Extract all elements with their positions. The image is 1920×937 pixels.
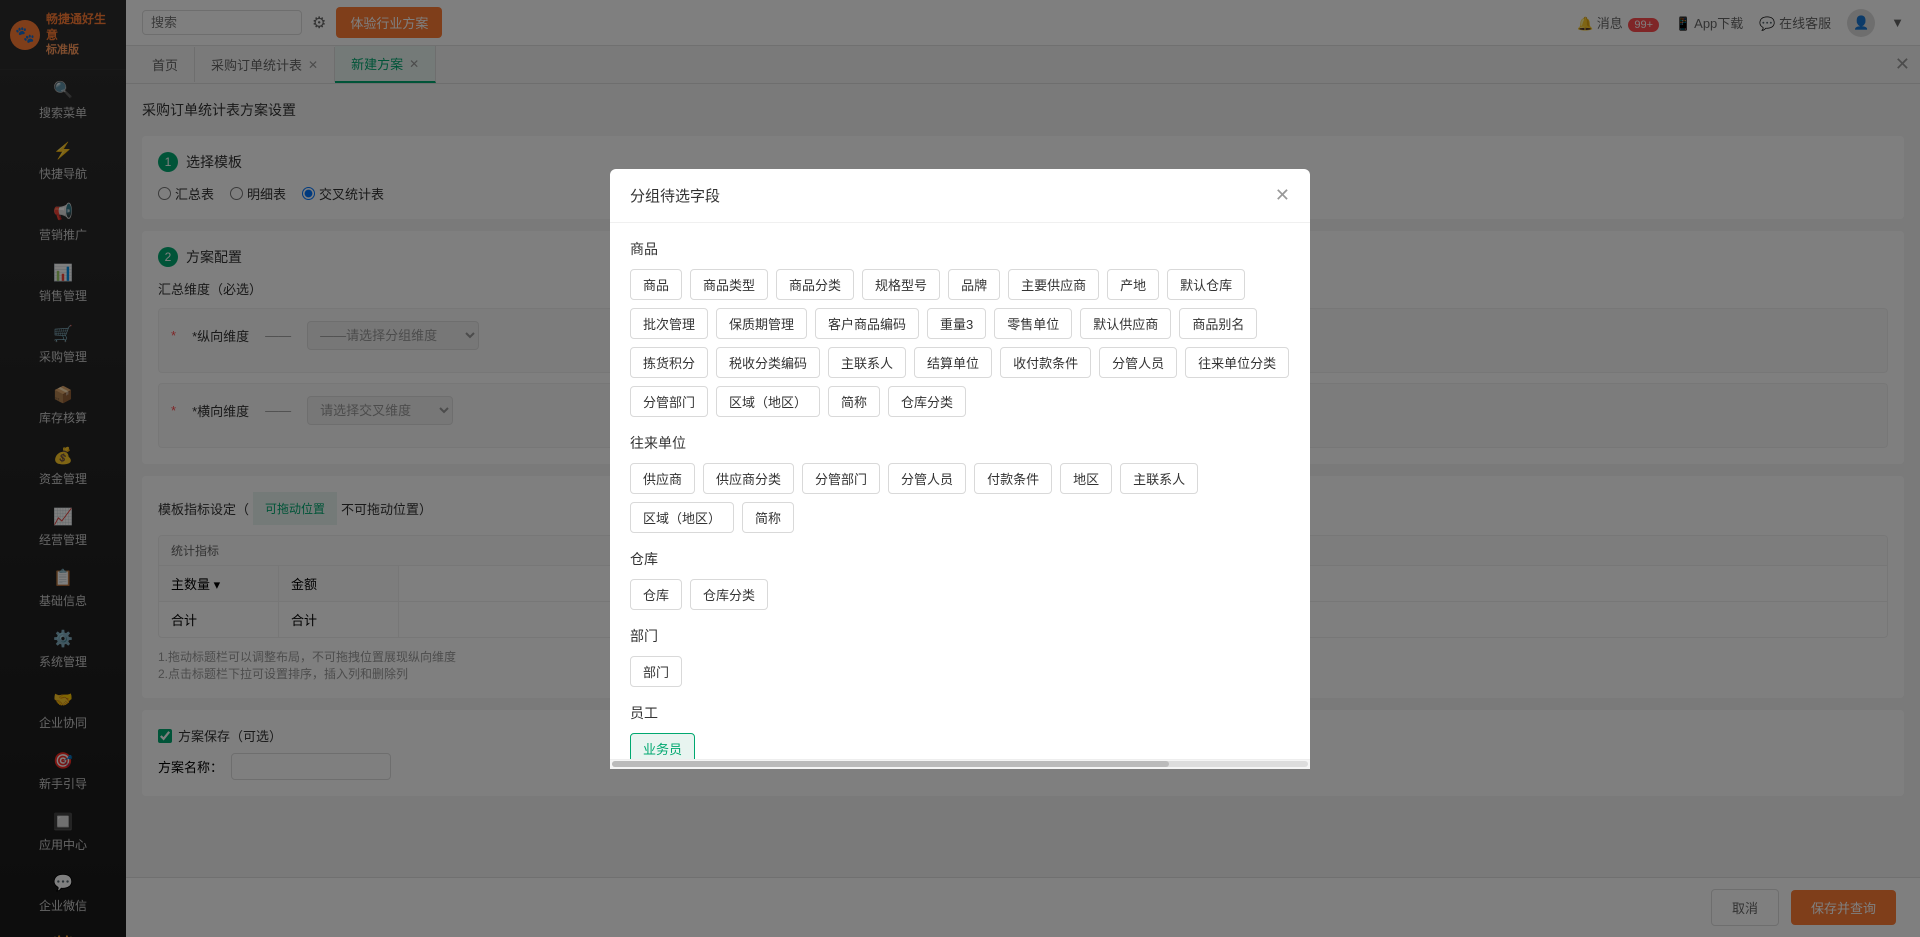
field-retail-unit[interactable]: 零售单位	[994, 308, 1072, 339]
section-goods-title: 商品	[630, 239, 1290, 259]
field-dept-field[interactable]: 部门	[630, 656, 682, 687]
field-pick-points[interactable]: 拣货积分	[630, 347, 708, 378]
field-area[interactable]: 地区	[1060, 463, 1112, 494]
section-partner: 往来单位 供应商 供应商分类 分管部门 分管人员 付款条件 地区 主联系人 区域…	[630, 433, 1290, 533]
hscroll-track	[612, 761, 1308, 767]
modal-horizontal-scrollbar[interactable]	[610, 759, 1310, 769]
field-origin[interactable]: 产地	[1107, 269, 1159, 300]
modal-overlay: 分组待选字段 ✕ 商品 商品 商品类型 商品分类 规格型号 品牌 主要供应商 产…	[0, 0, 1920, 937]
section-employee: 员工 业务员	[630, 703, 1290, 759]
field-tax-code[interactable]: 税收分类编码	[716, 347, 820, 378]
field-goods[interactable]: 商品	[630, 269, 682, 300]
field-payment-cond[interactable]: 付款条件	[974, 463, 1052, 494]
section-warehouse: 仓库 仓库 仓库分类	[630, 549, 1290, 610]
field-main-supplier[interactable]: 主要供应商	[1008, 269, 1099, 300]
section-dept-title: 部门	[630, 626, 1290, 646]
section-goods: 商品 商品 商品类型 商品分类 规格型号 品牌 主要供应商 产地 默认仓库 批次…	[630, 239, 1290, 417]
field-payment-terms[interactable]: 收付款条件	[1000, 347, 1091, 378]
section-employee-fields: 业务员	[630, 733, 1290, 759]
field-region-goods[interactable]: 区域（地区）	[716, 386, 820, 417]
section-goods-fields: 商品 商品类型 商品分类 规格型号 品牌 主要供应商 产地 默认仓库 批次管理 …	[630, 269, 1290, 417]
section-dept: 部门 部门	[630, 626, 1290, 687]
field-brand[interactable]: 品牌	[948, 269, 1000, 300]
section-partner-title: 往来单位	[630, 433, 1290, 453]
hscroll-thumb[interactable]	[612, 761, 1169, 767]
field-default-warehouse[interactable]: 默认仓库	[1167, 269, 1245, 300]
modal-body: 商品 商品 商品类型 商品分类 规格型号 品牌 主要供应商 产地 默认仓库 批次…	[610, 223, 1310, 759]
field-dept-person[interactable]: 分管人员	[888, 463, 966, 494]
field-customer-code[interactable]: 客户商品编码	[815, 308, 919, 339]
field-supplier-cat[interactable]: 供应商分类	[703, 463, 794, 494]
field-dept[interactable]: 分管部门	[802, 463, 880, 494]
field-supplier[interactable]: 供应商	[630, 463, 695, 494]
field-goods-alias[interactable]: 商品别名	[1179, 308, 1257, 339]
section-dept-fields: 部门	[630, 656, 1290, 687]
field-wh[interactable]: 仓库	[630, 579, 682, 610]
field-batch-mgmt[interactable]: 批次管理	[630, 308, 708, 339]
field-contact-person[interactable]: 主联系人	[828, 347, 906, 378]
field-region-partner[interactable]: 区域（地区）	[630, 502, 734, 533]
section-employee-title: 员工	[630, 703, 1290, 723]
field-short-name[interactable]: 简称	[828, 386, 880, 417]
field-wh-cat[interactable]: 仓库分类	[690, 579, 768, 610]
field-short-name-partner[interactable]: 简称	[742, 502, 794, 533]
field-shelf-life[interactable]: 保质期管理	[716, 308, 807, 339]
field-weight3[interactable]: 重量3	[927, 308, 986, 339]
field-source-unit-cat[interactable]: 往来单位分类	[1185, 347, 1289, 378]
modal-title: 分组待选字段	[630, 185, 720, 206]
field-goods-type[interactable]: 商品类型	[690, 269, 768, 300]
field-manager[interactable]: 分管人员	[1099, 347, 1177, 378]
section-warehouse-fields: 仓库 仓库分类	[630, 579, 1290, 610]
field-contact[interactable]: 主联系人	[1120, 463, 1198, 494]
field-settle-unit[interactable]: 结算单位	[914, 347, 992, 378]
modal: 分组待选字段 ✕ 商品 商品 商品类型 商品分类 规格型号 品牌 主要供应商 产…	[610, 169, 1310, 769]
section-partner-fields: 供应商 供应商分类 分管部门 分管人员 付款条件 地区 主联系人 区域（地区） …	[630, 463, 1290, 533]
field-salesperson[interactable]: 业务员	[630, 733, 695, 759]
field-spec-type[interactable]: 规格型号	[862, 269, 940, 300]
field-warehouse-cat[interactable]: 仓库分类	[888, 386, 966, 417]
modal-close-button[interactable]: ✕	[1275, 185, 1290, 206]
field-goods-category[interactable]: 商品分类	[776, 269, 854, 300]
field-dept-mgmt[interactable]: 分管部门	[630, 386, 708, 417]
modal-header: 分组待选字段 ✕	[610, 169, 1310, 223]
field-default-supplier[interactable]: 默认供应商	[1080, 308, 1171, 339]
section-warehouse-title: 仓库	[630, 549, 1290, 569]
